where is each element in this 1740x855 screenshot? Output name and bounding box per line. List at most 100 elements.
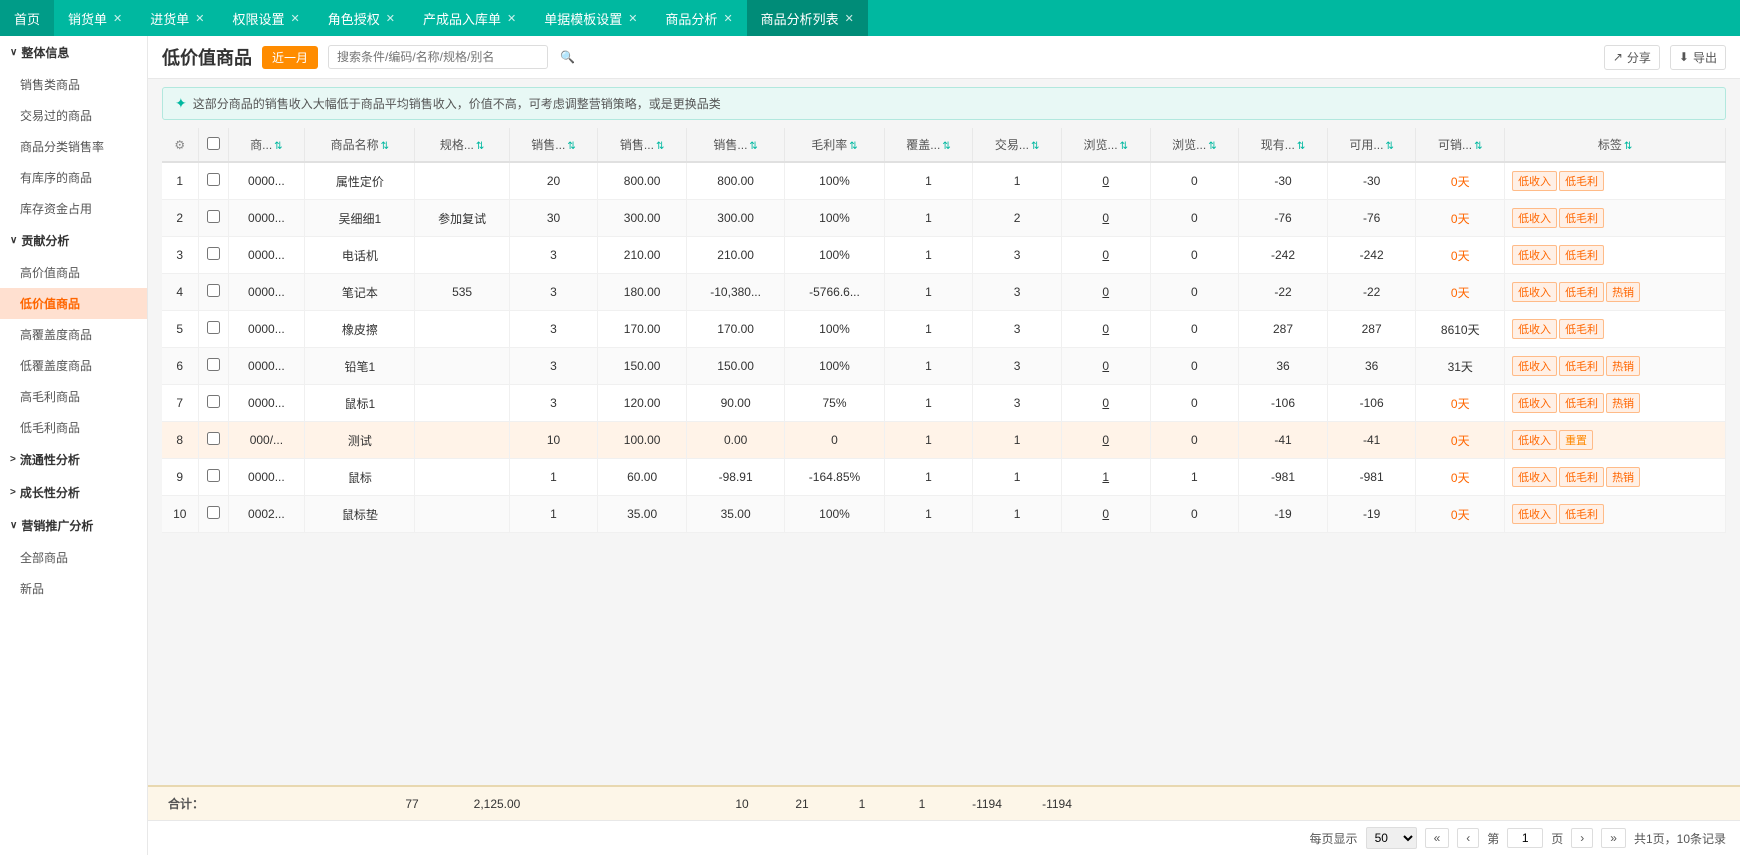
page-size-select[interactable]: 50 100 (1366, 827, 1417, 849)
close-icon[interactable]: ✕ (113, 12, 122, 25)
sidebar-section-贡献分析[interactable]: ∨贡献分析 (0, 224, 147, 257)
col-gear[interactable]: ⚙ (162, 128, 198, 162)
close-icon[interactable]: ✕ (723, 12, 732, 25)
nav-item-权限设置[interactable]: 权限设置✕ (218, 0, 313, 36)
nav-item-商品分析列表[interactable]: 商品分析列表✕ (747, 0, 868, 36)
browse1-link[interactable]: 0 (1102, 507, 1109, 521)
nav-item-产成品入库单[interactable]: 产成品入库单✕ (409, 0, 530, 36)
browse1-link[interactable]: 0 (1102, 322, 1109, 336)
search-input[interactable] (328, 45, 548, 69)
sidebar-item-销售类商品[interactable]: 销售类商品 (0, 69, 147, 100)
sidebar-item-高价值商品[interactable]: 高价值商品 (0, 257, 147, 288)
row-browse1[interactable]: 1 (1061, 459, 1150, 496)
col-trade[interactable]: 交易...⇅ (973, 128, 1062, 162)
export-button[interactable]: ⬇ 导出 (1670, 45, 1726, 70)
nav-item-商品分析[interactable]: 商品分析✕ (651, 0, 746, 36)
sidebar-section-流通性分析[interactable]: >流通性分析 (0, 443, 147, 476)
sidebar-item-低覆盖度商品[interactable]: 低覆盖度商品 (0, 350, 147, 381)
browse1-link[interactable]: 0 (1102, 248, 1109, 262)
close-icon[interactable]: ✕ (845, 12, 854, 25)
col-sales1[interactable]: 销售...⇅ (509, 128, 598, 162)
col-margin[interactable]: 毛利率⇅ (785, 128, 884, 162)
row-checkbox[interactable] (207, 284, 220, 297)
sidebar-item-库存资金占用[interactable]: 库存资金占用 (0, 193, 147, 224)
browse1-link[interactable]: 1 (1102, 470, 1109, 484)
browse1-link[interactable]: 0 (1102, 174, 1109, 188)
sidebar-item-高毛利商品[interactable]: 高毛利商品 (0, 381, 147, 412)
col-sales3[interactable]: 销售...⇅ (686, 128, 784, 162)
nav-item-角色授权[interactable]: 角色授权✕ (314, 0, 409, 36)
sidebar-item-低价值商品[interactable]: 低价值商品 (0, 288, 147, 319)
col-sales2[interactable]: 销售...⇅ (598, 128, 687, 162)
row-checkbox[interactable] (207, 506, 220, 519)
browse1-link[interactable]: 0 (1102, 211, 1109, 225)
browse1-link[interactable]: 0 (1102, 285, 1109, 299)
sidebar-section-营销推广分析[interactable]: ∨营销推广分析 (0, 509, 147, 542)
sidebar-item-高覆盖度商品[interactable]: 高覆盖度商品 (0, 319, 147, 350)
nav-item-进货单[interactable]: 进货单✕ (136, 0, 218, 36)
col-coverage[interactable]: 覆盖...⇅ (884, 128, 973, 162)
sidebar-item-交易过的商品[interactable]: 交易过的商品 (0, 100, 147, 131)
close-icon[interactable]: ✕ (195, 12, 204, 25)
page-input[interactable] (1507, 828, 1543, 848)
row-checkbox[interactable] (207, 210, 220, 223)
col-browse1[interactable]: 浏览...⇅ (1061, 128, 1150, 162)
sidebar-section-整体信息[interactable]: ∨整体信息 (0, 36, 147, 69)
nav-item-首页[interactable]: 首页 (0, 0, 54, 36)
row-checkbox[interactable] (207, 432, 220, 445)
row-checkbox[interactable] (207, 469, 220, 482)
close-icon[interactable]: ✕ (386, 12, 395, 25)
tag-热销: 热销 (1606, 467, 1640, 487)
row-browse1[interactable]: 0 (1061, 237, 1150, 274)
row-browse1[interactable]: 0 (1061, 200, 1150, 237)
tag-低收入: 低收入 (1512, 171, 1557, 191)
row-checkbox[interactable] (207, 247, 220, 260)
row-browse1[interactable]: 0 (1061, 496, 1150, 533)
col-code[interactable]: 商...⇅ (228, 128, 305, 162)
sidebar-item-低毛利商品[interactable]: 低毛利商品 (0, 412, 147, 443)
col-available[interactable]: 可用...⇅ (1327, 128, 1416, 162)
settings-icon[interactable]: ⚙ (174, 138, 185, 152)
nav-item-销货单[interactable]: 销货单✕ (54, 0, 136, 36)
row-browse1[interactable]: 0 (1061, 348, 1150, 385)
row-browse1[interactable]: 0 (1061, 311, 1150, 348)
close-icon[interactable]: ✕ (628, 12, 637, 25)
sidebar-item-全部商品[interactable]: 全部商品 (0, 542, 147, 573)
next-page-btn[interactable]: › (1571, 828, 1593, 848)
col-saleable[interactable]: 可销...⇅ (1416, 128, 1505, 162)
col-browse2[interactable]: 浏览...⇅ (1150, 128, 1239, 162)
row-browse2: 0 (1150, 422, 1239, 459)
row-margin: 100% (785, 200, 884, 237)
sidebar-item-有库序的商品[interactable]: 有库序的商品 (0, 162, 147, 193)
search-icon[interactable]: 🔍 (560, 50, 575, 64)
last-page-btn[interactable]: » (1601, 828, 1626, 848)
sidebar-item-商品分类销售率[interactable]: 商品分类销售率 (0, 131, 147, 162)
row-sales2: 800.00 (598, 162, 687, 200)
share-button[interactable]: ↗ 分享 (1604, 45, 1660, 70)
row-checkbox[interactable] (207, 321, 220, 334)
row-checkbox[interactable] (207, 173, 220, 186)
col-current[interactable]: 现有...⇅ (1239, 128, 1328, 162)
first-page-btn[interactable]: « (1425, 828, 1450, 848)
select-all-checkbox[interactable] (207, 137, 220, 150)
browse1-link[interactable]: 0 (1102, 433, 1109, 447)
filter-button[interactable]: 近一月 (262, 46, 318, 69)
sidebar-section-成长性分析[interactable]: >成长性分析 (0, 476, 147, 509)
row-browse1[interactable]: 0 (1061, 162, 1150, 200)
prev-page-btn[interactable]: ‹ (1457, 828, 1479, 848)
sidebar-item-新品[interactable]: 新品 (0, 573, 147, 604)
row-checkbox[interactable] (207, 358, 220, 371)
col-name[interactable]: 商品名称⇅ (305, 128, 415, 162)
row-browse1[interactable]: 0 (1061, 274, 1150, 311)
close-icon[interactable]: ✕ (291, 12, 300, 25)
row-browse1[interactable]: 0 (1061, 422, 1150, 459)
browse1-link[interactable]: 0 (1102, 396, 1109, 410)
row-checkbox[interactable] (207, 395, 220, 408)
close-icon[interactable]: ✕ (507, 12, 516, 25)
nav-item-单据模板设置[interactable]: 单据模板设置✕ (530, 0, 651, 36)
table-container[interactable]: ⚙ 商...⇅ 商品名称⇅ 规格...⇅ 销售...⇅ 销售...⇅ 销售...… (162, 128, 1726, 785)
col-tags[interactable]: 标签⇅ (1505, 128, 1726, 162)
browse1-link[interactable]: 0 (1102, 359, 1109, 373)
row-browse1[interactable]: 0 (1061, 385, 1150, 422)
col-spec[interactable]: 规格...⇅ (415, 128, 509, 162)
